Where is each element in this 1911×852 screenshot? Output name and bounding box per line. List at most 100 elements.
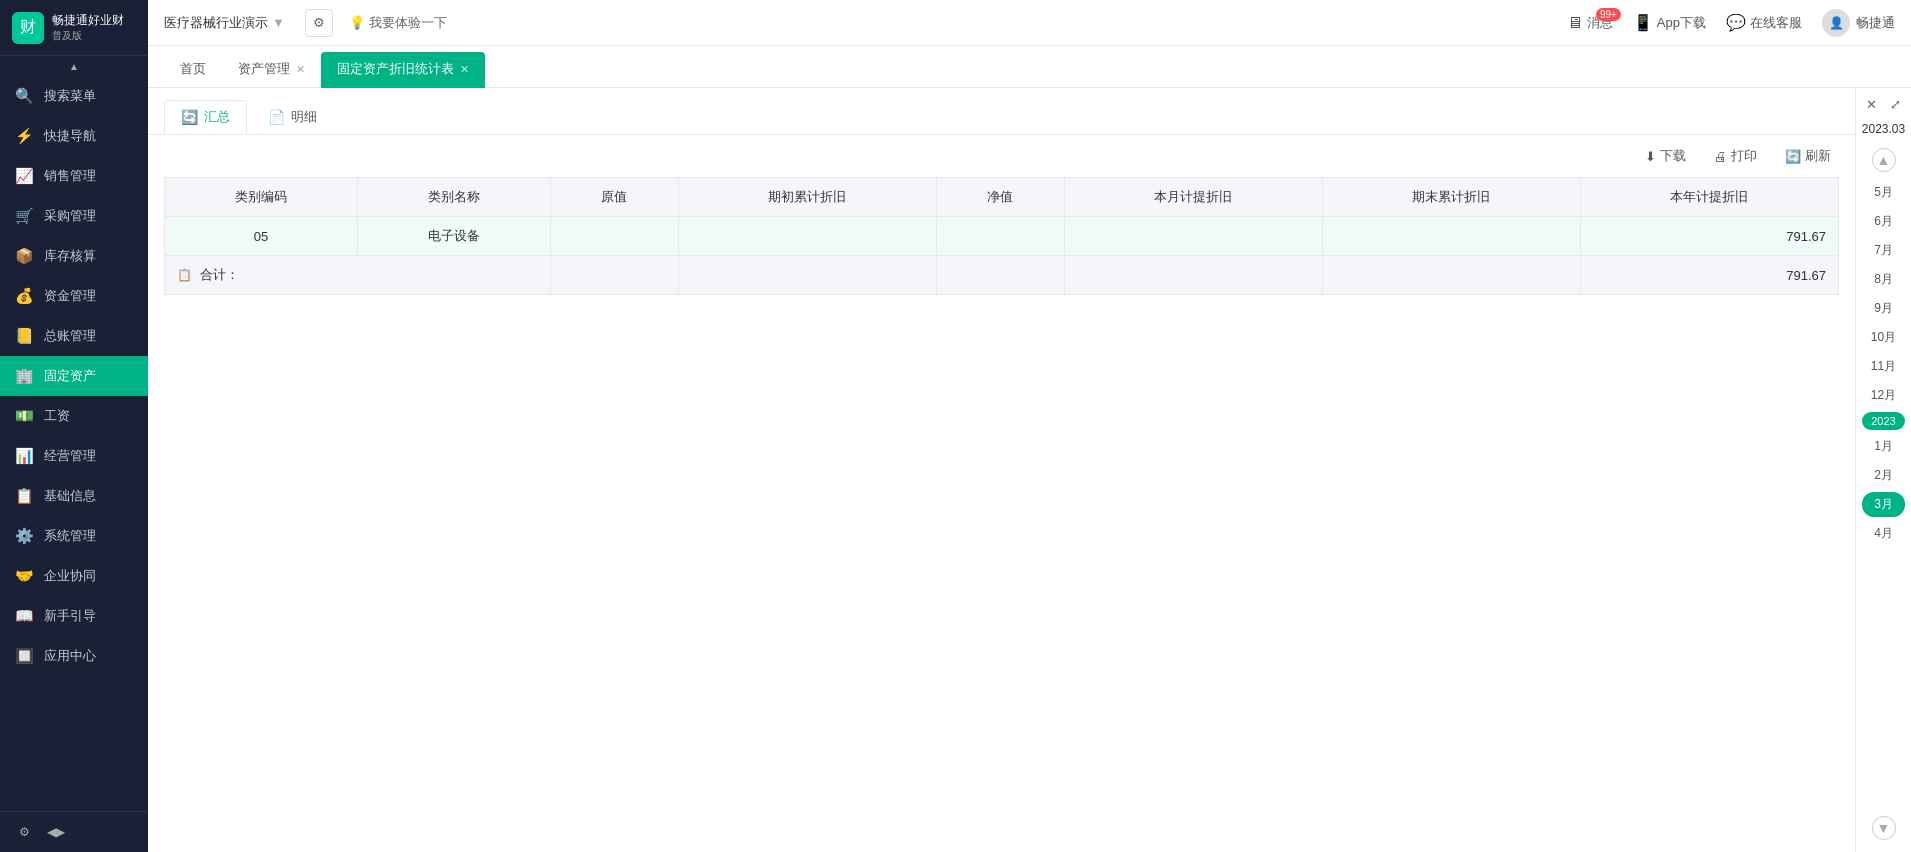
tab-asset-mgmt[interactable]: 资产管理 ✕ [222, 52, 321, 88]
cell-monthly-depr [1064, 217, 1322, 256]
experience-label: 我要体验一下 [369, 14, 447, 32]
refresh-button[interactable]: 🔄 刷新 [1777, 143, 1839, 169]
total-icon: 📋 [177, 268, 192, 282]
experience-icon: 💡 [349, 15, 365, 30]
date-item-10[interactable]: 10月 [1856, 323, 1911, 352]
online-service-icon: 💬 [1726, 13, 1746, 32]
date-item-3-active[interactable]: 3月 [1862, 492, 1905, 517]
date-item-11[interactable]: 11月 [1856, 352, 1911, 381]
date-item-9[interactable]: 9月 [1856, 294, 1911, 323]
company-selector[interactable]: 医疗器械行业演示 ▼ [164, 14, 285, 32]
date-item-5[interactable]: 5月 [1856, 178, 1911, 207]
sidebar-item-label: 应用中心 [44, 647, 96, 665]
sidebar-item-guide[interactable]: 📖 新手引导 [0, 596, 148, 636]
date-panel-close-button[interactable]: ✕ [1862, 94, 1882, 114]
user-label: 畅捷通 [1856, 14, 1895, 32]
subtab-summary[interactable]: 🔄 汇总 [164, 100, 247, 134]
detail-icon: 📄 [268, 109, 285, 125]
app-download-button[interactable]: 📱 App下载 [1633, 13, 1706, 32]
tab-asset-mgmt-close[interactable]: ✕ [296, 63, 305, 76]
sidebar-item-label: 经营管理 [44, 447, 96, 465]
refresh-icon: 🔄 [1785, 149, 1801, 164]
cell-annual-depr: 791.67 [1580, 217, 1838, 256]
finance-icon: 💰 [14, 286, 34, 306]
company-name: 医疗器械行业演示 [164, 14, 268, 32]
sub-tabs: 🔄 汇总 📄 明细 [148, 88, 1855, 135]
date-scroll-up-button[interactable]: ▲ [1872, 148, 1896, 172]
sidebar-item-fixed-assets[interactable]: 🏢 固定资产 [0, 356, 148, 396]
tab-depreciation-close[interactable]: ✕ [460, 63, 469, 76]
online-service-label: 在线客服 [1750, 14, 1802, 32]
sidebar-item-purchase[interactable]: 🛒 采购管理 [0, 196, 148, 236]
col-code: 类别编码 [165, 178, 358, 217]
date-item-2[interactable]: 2月 [1856, 461, 1911, 490]
app-logo-icon: 财 [12, 12, 44, 44]
avatar: 👤 [1822, 9, 1850, 37]
sidebar-item-sales[interactable]: 📈 销售管理 [0, 156, 148, 196]
sidebar-item-quicknav[interactable]: ⚡ 快捷导航 [0, 116, 148, 156]
cell-original [550, 217, 678, 256]
notification-badge: 99+ [1596, 8, 1621, 21]
sidebar-item-label: 系统管理 [44, 527, 96, 545]
date-year-2023-badge[interactable]: 2023 [1862, 412, 1905, 430]
date-item-6[interactable]: 6月 [1856, 207, 1911, 236]
inventory-icon: 📦 [14, 246, 34, 266]
download-button[interactable]: ⬇ 下载 [1637, 143, 1694, 169]
sidebar: 财 畅捷通好业财 普及版 ▲ 🔍 搜索菜单 ⚡ 快捷导航 📈 销售管理 🛒 采购… [0, 0, 148, 852]
online-service-button[interactable]: 💬 在线客服 [1726, 13, 1802, 32]
sidebar-item-operations[interactable]: 📊 经营管理 [0, 436, 148, 476]
sidebar-item-system[interactable]: ⚙️ 系统管理 [0, 516, 148, 556]
tab-depreciation-report[interactable]: 固定资产折旧统计表 ✕ [321, 52, 485, 88]
total-annual-depr: 791.67 [1580, 256, 1838, 295]
sidebar-item-inventory[interactable]: 📦 库存核算 [0, 236, 148, 276]
app-download-icon: 📱 [1633, 13, 1653, 32]
sidebar-item-basic-info[interactable]: 📋 基础信息 [0, 476, 148, 516]
operations-icon: 📊 [14, 446, 34, 466]
subtab-detail-label: 明细 [291, 108, 317, 126]
sidebar-item-ledger[interactable]: 📒 总账管理 [0, 316, 148, 356]
sidebar-scroll-up[interactable]: ▲ [64, 60, 84, 72]
sidebar-item-finance[interactable]: 💰 资金管理 [0, 276, 148, 316]
user-button[interactable]: 👤 畅捷通 [1822, 9, 1895, 37]
table-header-row: 类别编码 类别名称 原值 期初累计折旧 净值 本月计提折旧 期末累计折旧 本年计… [165, 178, 1839, 217]
date-item-8[interactable]: 8月 [1856, 265, 1911, 294]
date-item-4[interactable]: 4月 [1856, 519, 1911, 548]
notification-icon: 🖥 [1567, 14, 1583, 32]
experience-button[interactable]: 💡 我要体验一下 [349, 14, 447, 32]
total-net-value [936, 256, 1064, 295]
content-panel: 🔄 汇总 📄 明细 ⬇ 下载 🖨 打印 🔄 [148, 88, 1855, 852]
sidebar-item-label: 销售管理 [44, 167, 96, 185]
tab-home[interactable]: 首页 [164, 52, 222, 88]
sidebar-item-app-center[interactable]: 🔲 应用中心 [0, 636, 148, 676]
notifications-button[interactable]: 🖥 消息 99+ [1567, 14, 1613, 32]
sidebar-item-label: 新手引导 [44, 607, 96, 625]
download-label: 下载 [1660, 147, 1686, 165]
sidebar-item-search[interactable]: 🔍 搜索菜单 [0, 76, 148, 116]
tab-depreciation-label: 固定资产折旧统计表 [337, 60, 454, 78]
subtab-detail[interactable]: 📄 明细 [251, 100, 334, 134]
total-monthly-depr [1064, 256, 1322, 295]
col-monthly-depr: 本月计提折旧 [1064, 178, 1322, 217]
print-button[interactable]: 🖨 打印 [1706, 143, 1765, 169]
date-panel-expand-button[interactable]: ⤢ [1886, 94, 1906, 114]
date-item-7[interactable]: 7月 [1856, 236, 1911, 265]
sidebar-item-collaboration[interactable]: 🤝 企业协同 [0, 556, 148, 596]
collapse-button[interactable]: ◀▶ [46, 822, 66, 842]
quicknav-icon: ⚡ [14, 126, 34, 146]
sidebar-item-label: 基础信息 [44, 487, 96, 505]
settings-button[interactable]: ⚙ [14, 822, 34, 842]
sidebar-item-payroll[interactable]: 💵 工资 [0, 396, 148, 436]
sidebar-item-label: 快捷导航 [44, 127, 96, 145]
search-icon: 🔍 [14, 86, 34, 106]
date-scroll-down-button[interactable]: ▼ [1872, 816, 1896, 840]
app-download-label: App下载 [1657, 14, 1706, 32]
fixed-assets-icon: 🏢 [14, 366, 34, 386]
date-item-1[interactable]: 1月 [1856, 432, 1911, 461]
topbar-settings-button[interactable]: ⚙ [305, 9, 333, 37]
refresh-label: 刷新 [1805, 147, 1831, 165]
sidebar-item-label: 搜索菜单 [44, 87, 96, 105]
system-icon: ⚙️ [14, 526, 34, 546]
subtab-summary-label: 汇总 [204, 108, 230, 126]
date-item-12[interactable]: 12月 [1856, 381, 1911, 410]
app-edition: 普及版 [52, 29, 124, 43]
